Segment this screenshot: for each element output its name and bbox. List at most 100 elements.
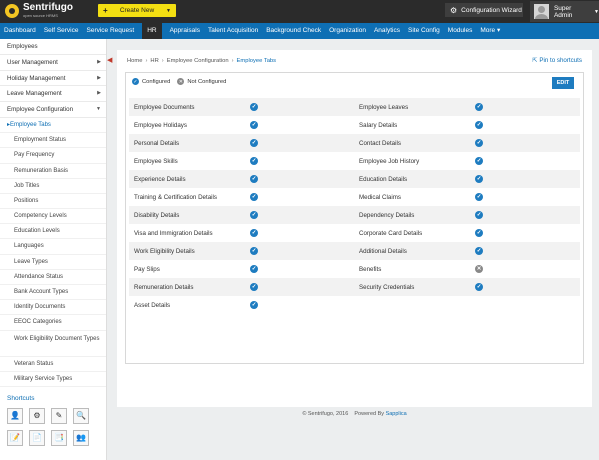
tab-config-label: Education Details [359,175,408,183]
logo[interactable]: Sentrifugo open source HRMS [5,3,73,18]
nav-item-more[interactable]: More ▾ [476,23,504,39]
check-icon: ✓ [475,247,483,255]
create-new-button[interactable]: + Create New ▼ [98,4,176,17]
sidebar-subitem[interactable]: Identity Documents [0,300,106,316]
tab-config-cell: Contact Details ✓ [354,134,579,152]
tab-config-cell: Experience Details ✓ [129,170,354,188]
list-document-shortcut-icon[interactable]: 📄 [29,429,45,446]
collapse-sidebar-icon[interactable]: ◀ [107,56,113,66]
tab-config-cell: Employee Job History ✓ [354,152,579,170]
tab-config-row: Personal Details ✓ Contact Details ✓ [129,134,580,152]
create-new-label: Create New [119,7,155,14]
check-icon: ✓ [250,283,258,291]
cross-icon: ✕ [177,78,185,85]
sidebar-subitem[interactable]: Job Titles [0,179,106,194]
group-shortcut-icon[interactable]: 👥 [73,429,89,446]
tab-config-row: Disability Details ✓ Dependency Details ✓ [129,206,580,224]
nav-item-background-check[interactable]: Background Check [262,23,325,39]
chevron-down-icon: ▼ [594,8,599,15]
footer-powered-by: Powered By [354,411,385,417]
sidebar-subitem[interactable]: Veteran Status [0,357,106,372]
tab-config-cell: Employee Skills ✓ [129,152,354,170]
sidebar-subitem[interactable]: Remuneration Basis [0,164,106,179]
breadcrumb-item[interactable]: HR [150,58,158,64]
nav-item-organization[interactable]: Organization [325,23,370,39]
tab-config-cell: Education Details ✓ [354,170,579,188]
tab-config-cell: Dependency Details ✓ [354,206,579,224]
sidebar-subitem[interactable]: Military Service Types [0,372,106,387]
sidebar-item-employees[interactable]: Employees [0,39,106,55]
sidebar-subitem[interactable]: EEOC Categories [0,315,106,331]
tab-config-label: Employee Documents [134,103,195,111]
tab-config-cell: Salary Details ✓ [354,116,579,134]
sidebar-subitem[interactable]: Leave Types [0,255,106,270]
chevron-down-icon: ▼ [166,7,171,14]
gear-icon: ⚙ [450,5,458,15]
sidebar-item-user-management[interactable]: User Management ▶ [0,55,106,71]
nav-item-site-config[interactable]: Site Config [404,23,444,39]
add-employee-shortcut-icon[interactable]: 👤 [7,407,23,424]
tab-config-row: Experience Details ✓ Education Details ✓ [129,170,580,188]
configuration-wizard-button[interactable]: ⚙ Configuration Wizard [445,3,523,17]
documents-shortcut-icon[interactable]: 📑 [51,429,67,446]
sidebar-item-label: Holiday Management [7,74,66,82]
tab-config-row: Visa and Immigration Details ✓ Corporate C… [129,224,580,242]
legend-configured: Configured [142,78,171,85]
pin-to-shortcuts-link[interactable]: ⇱ Pin to shortcuts [532,57,582,64]
tab-config-label: Contact Details [359,139,401,147]
nav-item-talent-acquisition[interactable]: Talent Acquisition [204,23,262,39]
nav-item-self-service[interactable]: Self Service [40,23,83,39]
tab-config-row: Remuneration Details ✓ Security Credential… [129,278,580,296]
user-name: Super Admin [553,4,573,19]
check-icon: ✓ [475,193,483,201]
nav-item-service-request[interactable]: Service Request [83,23,139,39]
search-document-shortcut-icon[interactable]: 🔍 [73,407,89,424]
tab-config-row: Work Eligibility Details ✓ Additional Deta… [129,242,580,260]
sidebar-subitem[interactable]: Bank Account Types [0,285,106,301]
sidebar-subitem[interactable]: Employment Status [0,133,106,149]
sidebar-item-employee-configuration[interactable]: Employee Configuration ▼ [0,102,106,118]
edit-form-shortcut-icon[interactable]: 📝 [7,429,23,446]
tab-config-label: Pay Slips [134,265,160,273]
sidebar-item-leave-management[interactable]: Leave Management ▶ [0,86,106,103]
chevron-right-icon: ▶ [97,90,101,97]
tab-config-label: Personal Details [134,139,180,147]
nav-item-analytics[interactable]: Analytics [370,23,404,39]
sidebar-subitem[interactable]: Competency Levels [0,209,106,225]
tab-config-cell: Asset Details ✓ [129,296,354,314]
sidebar-subitem[interactable]: Education Levels [0,224,106,240]
plus-icon: + [103,6,108,15]
check-icon: ✓ [475,121,483,129]
nav-item-appraisals[interactable]: Appraisals [166,23,204,39]
sidebar-subitem[interactable]: Pay Frequency [0,148,106,164]
employee-settings-shortcut-icon[interactable]: ⚙ [29,407,45,424]
nav-item-modules[interactable]: Modules [444,23,477,39]
sidebar-subitem[interactable]: Work Eligibility Document Types [0,331,106,357]
pin-label: Pin to shortcuts [539,57,582,64]
check-icon: ✓ [475,211,483,219]
user-menu[interactable]: Super Admin ▼ [530,1,599,22]
tab-config-label: Corporate Card Details [359,229,423,237]
tab-config-label: Visa and Immigration Details [134,229,213,237]
sidebar-item-label: Leave Management [7,90,62,98]
check-icon: ✓ [250,265,258,273]
sidebar-subitem[interactable]: Languages [0,239,106,255]
nav-item-hr[interactable]: HR [142,23,162,39]
check-icon: ✓ [475,157,483,165]
sidebar-subitem[interactable]: Positions [0,194,106,210]
nav-item-dashboard[interactable]: Dashboard [0,23,40,39]
tab-config-row: Employee Documents ✓ Employee Leaves ✓ [129,98,580,116]
footer-brand-link[interactable]: Sapplica [386,411,407,417]
main-nav: Dashboard Self Service Service Request HR Ap… [0,23,599,39]
sidebar-item-holiday-management[interactable]: Holiday Management ▶ [0,71,106,87]
edit-document-shortcut-icon[interactable]: ✎ [51,407,67,424]
tab-config-cell: Disability Details ✓ [129,206,354,224]
sidebar-subitem[interactable]: ▸Employee Tabs [0,118,106,134]
check-icon: ✓ [132,78,139,85]
tab-config-row: Employee Skills ✓ Employee Job History ✓ [129,152,580,170]
breadcrumb-item[interactable]: Home [127,58,142,64]
edit-button[interactable]: EDIT [552,77,574,89]
sidebar-subitem[interactable]: Attendance Status [0,270,106,286]
breadcrumb-item[interactable]: Employee Configuration [167,58,229,64]
tab-config-cell: Work Eligibility Details ✓ [129,242,354,260]
